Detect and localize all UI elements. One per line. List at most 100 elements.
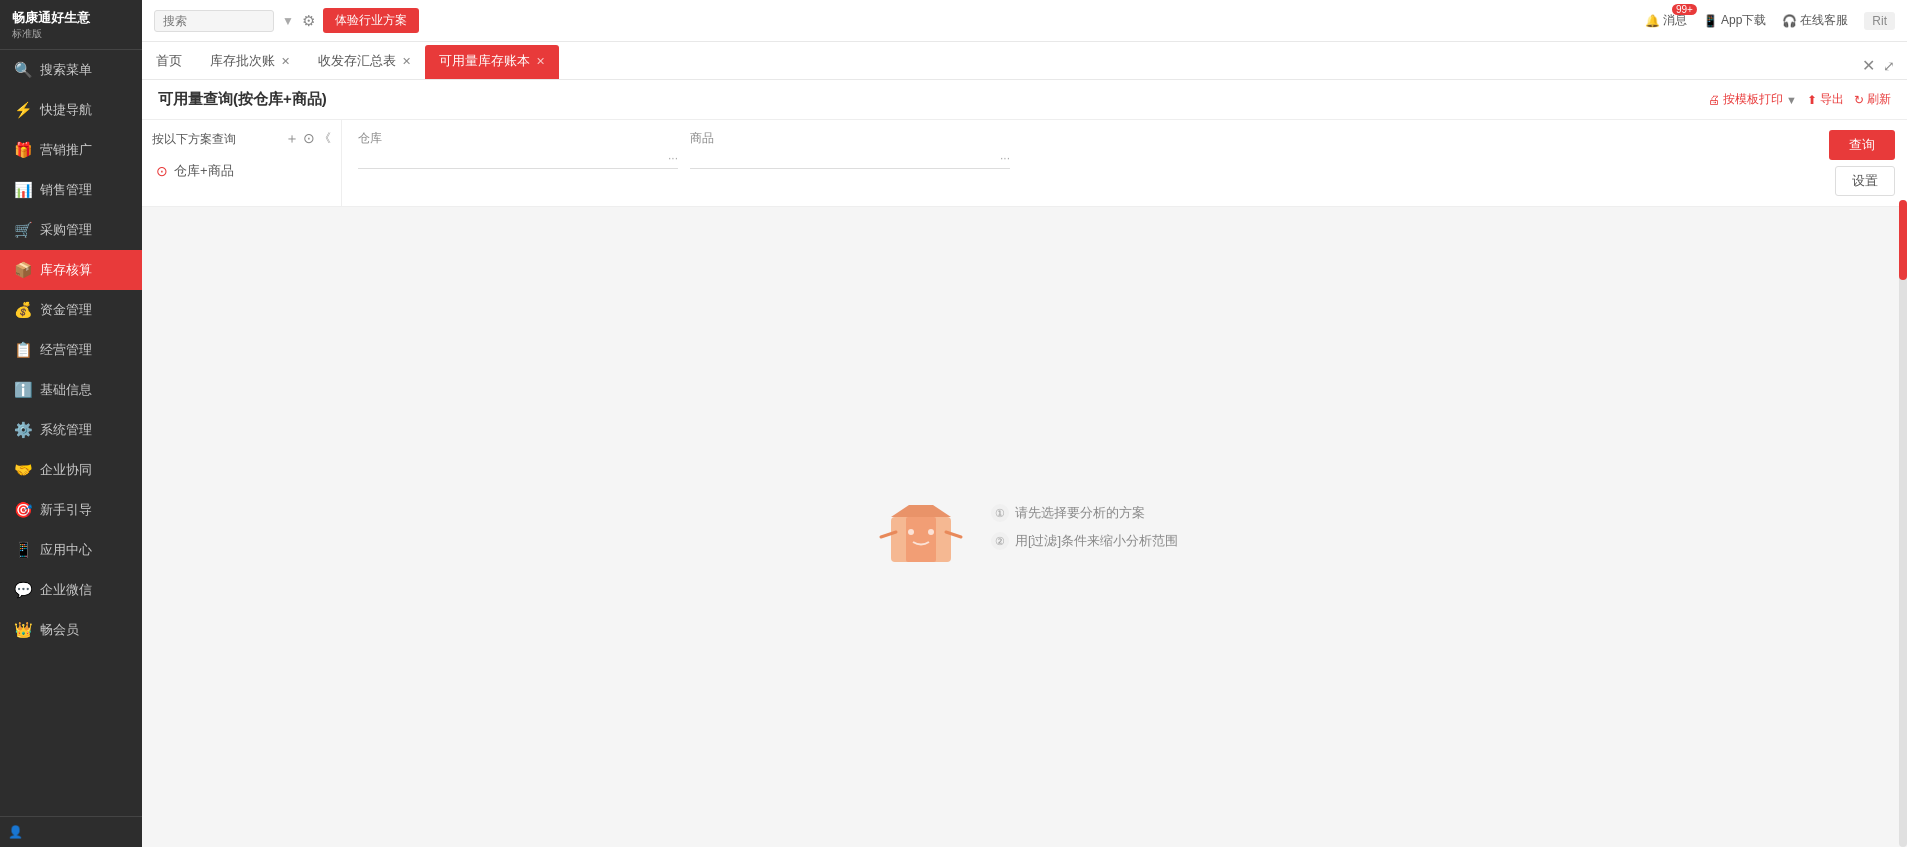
export-btn[interactable]: ⬆ 导出	[1807, 91, 1844, 108]
empty-tips: ① 请先选择要分析的方案 ② 用[过滤]条件来缩小分析范围	[991, 504, 1178, 550]
main-area: ▼ ⚙ 体验行业方案 🔔 消息 99+ 📱 App下载 🎧 在线客服 Rit 首…	[142, 0, 1907, 847]
print-btn[interactable]: 🖨 按模板打印 ▼	[1708, 91, 1797, 108]
scheme-panel-title: 按以下方案查询	[152, 131, 236, 148]
trial-btn[interactable]: 体验行业方案	[323, 8, 419, 33]
sidebar: 畅康通好生意 标准版 🔍 搜索菜单 ⚡ 快捷导航 🎁 营销推广 📊 销售管理 🛒…	[0, 0, 142, 847]
tab-batch-account-close[interactable]: ✕	[281, 55, 290, 68]
message-btn[interactable]: 🔔 消息 99+	[1645, 12, 1687, 29]
settings-gear-icon[interactable]: ⚙	[302, 12, 315, 30]
warehouse-filter: 仓库 ···	[358, 130, 678, 169]
tab-available-ledger-close[interactable]: ✕	[536, 55, 545, 68]
tab-receipt-summary[interactable]: 收发存汇总表 ✕	[304, 45, 425, 79]
svg-point-2	[908, 529, 914, 535]
online-service-btn[interactable]: 🎧 在线客服	[1782, 12, 1848, 29]
tab-home-label: 首页	[156, 52, 182, 70]
box-icon: 📦	[14, 261, 32, 279]
search-input[interactable]	[154, 10, 274, 32]
goods-more-icon[interactable]: ···	[1000, 151, 1010, 165]
scheme-panel: 按以下方案查询 ＋ ⊙ 《 ⊙ 仓库+商品	[142, 120, 342, 206]
sidebar-item-marketing[interactable]: 🎁 营销推广	[0, 130, 142, 170]
tab-close-all-icon[interactable]: ✕	[1858, 52, 1879, 79]
manage-scheme-icon[interactable]: ⊙	[303, 130, 315, 148]
gear-icon: ⚙️	[14, 421, 32, 439]
tab-available-ledger[interactable]: 可用量库存账本 ✕	[425, 45, 559, 79]
right-scrollbar[interactable]	[1899, 200, 1907, 847]
collapse-icon[interactable]: 《	[319, 130, 331, 148]
export-icon: ⬆	[1807, 93, 1817, 107]
search-icon: 🔍	[14, 61, 32, 79]
empty-svg	[871, 477, 971, 577]
sidebar-nav: 🔍 搜索菜单 ⚡ 快捷导航 🎁 营销推广 📊 销售管理 🛒 采购管理 📦 库存核…	[0, 50, 142, 816]
message-badge: 99+	[1672, 4, 1697, 15]
sidebar-item-system[interactable]: ⚙️ 系统管理	[0, 410, 142, 450]
goods-input[interactable]	[690, 150, 996, 165]
scrollbar-thumb	[1899, 200, 1907, 280]
sidebar-item-sales[interactable]: 📊 销售管理	[0, 170, 142, 210]
sidebar-item-label: 新手引导	[40, 501, 92, 519]
user-avatar[interactable]: Rit	[1864, 12, 1895, 30]
phone-icon: 📱	[1703, 14, 1718, 28]
print-dropdown-icon: ▼	[1786, 94, 1797, 106]
sidebar-item-enterprise[interactable]: 🤝 企业协同	[0, 450, 142, 490]
tab-expand-icon[interactable]: ⤢	[1879, 54, 1899, 78]
sidebar-item-search[interactable]: 🔍 搜索菜单	[0, 50, 142, 90]
sidebar-item-label: 企业微信	[40, 581, 92, 599]
warehouse-label: 仓库	[358, 130, 678, 147]
sidebar-item-guide[interactable]: 🎯 新手引导	[0, 490, 142, 530]
tip-num-1: ①	[991, 504, 1009, 522]
sidebar-item-operations[interactable]: 📋 经营管理	[0, 330, 142, 370]
filter-area: 仓库 ··· 商品 ···	[342, 120, 1817, 206]
app-edition: 标准版	[12, 27, 130, 41]
warehouse-more-icon[interactable]: ···	[668, 151, 678, 165]
add-scheme-icon[interactable]: ＋	[285, 130, 299, 148]
tabs-bar: 首页 库存批次账 ✕ 收发存汇总表 ✕ 可用量库存账本 ✕ ✕ ⤢	[142, 42, 1907, 80]
user-avatar-small: 👤	[8, 825, 23, 839]
warehouse-input[interactable]	[358, 150, 664, 165]
mobile-icon: 📱	[14, 541, 32, 559]
tip-num-2: ②	[991, 532, 1009, 550]
app-download-label: App下载	[1721, 12, 1766, 29]
sidebar-item-app-center[interactable]: 📱 应用中心	[0, 530, 142, 570]
sidebar-item-finance[interactable]: 💰 资金管理	[0, 290, 142, 330]
svg-rect-1	[906, 517, 936, 562]
tab-receipt-summary-close[interactable]: ✕	[402, 55, 411, 68]
sidebar-item-purchase[interactable]: 🛒 采购管理	[0, 210, 142, 250]
goods-filter: 商品 ···	[690, 130, 1010, 169]
clipboard-icon: 📋	[14, 341, 32, 359]
sidebar-item-label: 搜索菜单	[40, 61, 92, 79]
gift-icon: 🎁	[14, 141, 32, 159]
scheme-item-warehouse-goods[interactable]: ⊙ 仓库+商品	[142, 156, 341, 186]
sidebar-item-label: 库存核算	[40, 261, 92, 279]
cart-icon: 🛒	[14, 221, 32, 239]
empty-tip-1: ① 请先选择要分析的方案	[991, 504, 1178, 522]
sidebar-item-inventory[interactable]: 📦 库存核算	[0, 250, 142, 290]
content-area: 可用量查询(按仓库+商品) 🖨 按模板打印 ▼ ⬆ 导出 ↻ 刷新	[142, 80, 1907, 847]
sidebar-item-label: 系统管理	[40, 421, 92, 439]
empty-illustration	[871, 477, 971, 577]
empty-state: ① 请先选择要分析的方案 ② 用[过滤]条件来缩小分析范围	[142, 207, 1907, 847]
refresh-btn[interactable]: ↻ 刷新	[1854, 91, 1891, 108]
filter-row: 仓库 ··· 商品 ···	[358, 130, 1801, 169]
tab-batch-account[interactable]: 库存批次账 ✕	[196, 45, 304, 79]
chart-icon: 📊	[14, 181, 32, 199]
scheme-item-label: 仓库+商品	[174, 162, 234, 180]
sidebar-item-basic-info[interactable]: ℹ️ 基础信息	[0, 370, 142, 410]
page-title: 可用量查询(按仓库+商品)	[158, 90, 327, 109]
sidebar-item-wechat[interactable]: 💬 企业微信	[0, 570, 142, 610]
tip-2-text: 用[过滤]条件来缩小分析范围	[1015, 532, 1178, 550]
tab-home[interactable]: 首页	[142, 45, 196, 79]
wechat-icon: 💬	[14, 581, 32, 599]
goods-label: 商品	[690, 130, 1010, 147]
sidebar-item-quick-nav[interactable]: ⚡ 快捷导航	[0, 90, 142, 130]
btn-group: 查询 设置	[1817, 120, 1907, 206]
tabs-actions: ✕ ⤢	[1858, 52, 1907, 79]
sidebar-item-label: 采购管理	[40, 221, 92, 239]
app-download-btn[interactable]: 📱 App下载	[1703, 12, 1766, 29]
info-icon: ℹ️	[14, 381, 32, 399]
target-icon: 🎯	[14, 501, 32, 519]
query-button[interactable]: 查询	[1829, 130, 1895, 160]
sidebar-logo: 畅康通好生意 标准版	[0, 0, 142, 50]
money-icon: 💰	[14, 301, 32, 319]
sidebar-item-member[interactable]: 👑 畅会员	[0, 610, 142, 650]
settings-button[interactable]: 设置	[1835, 166, 1895, 196]
